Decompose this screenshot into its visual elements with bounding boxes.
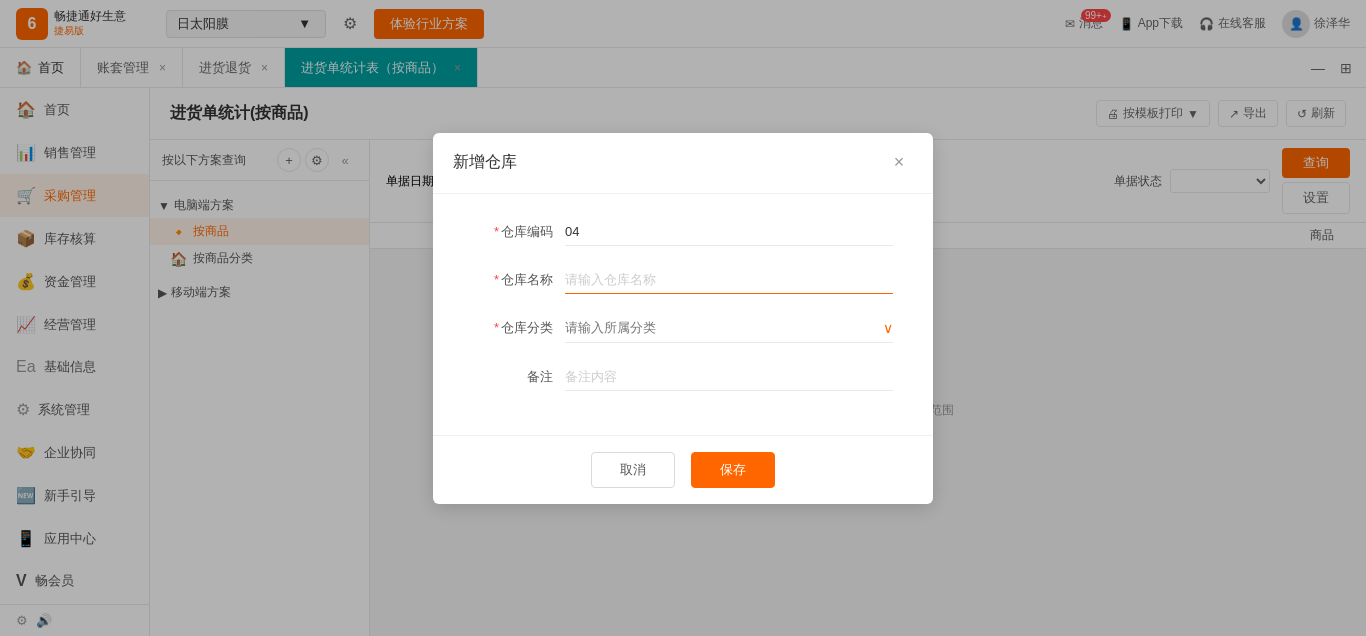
warehouse-code-label: 仓库编码 [473,223,553,241]
modal-body: 仓库编码 仓库名称 仓库分类 ∨ 备注 [433,194,933,435]
modal-overlay[interactable]: 新增仓库 × 仓库编码 仓库名称 仓库分类 ∨ [0,0,1366,636]
modal-footer: 取消 保存 [433,435,933,504]
cancel-button[interactable]: 取消 [591,452,675,488]
warehouse-category-select[interactable]: ∨ [565,314,893,343]
warehouse-code-input[interactable] [565,218,893,246]
warehouse-code-row: 仓库编码 [473,218,893,246]
warehouse-category-row: 仓库分类 ∨ [473,314,893,343]
modal-title: 新增仓库 [453,152,517,173]
modal-close-button[interactable]: × [885,149,913,177]
category-dropdown-icon: ∨ [883,320,893,336]
warehouse-name-row: 仓库名称 [473,266,893,294]
warehouse-category-input[interactable] [565,320,883,335]
warehouse-name-label: 仓库名称 [473,271,553,289]
warehouse-remark-input[interactable] [565,363,893,391]
modal-header: 新增仓库 × [433,133,933,194]
add-warehouse-modal: 新增仓库 × 仓库编码 仓库名称 仓库分类 ∨ [433,133,933,504]
save-button[interactable]: 保存 [691,452,775,488]
warehouse-remark-row: 备注 [473,363,893,391]
warehouse-name-input[interactable] [565,266,893,294]
warehouse-category-label: 仓库分类 [473,319,553,337]
warehouse-remark-label: 备注 [473,368,553,386]
